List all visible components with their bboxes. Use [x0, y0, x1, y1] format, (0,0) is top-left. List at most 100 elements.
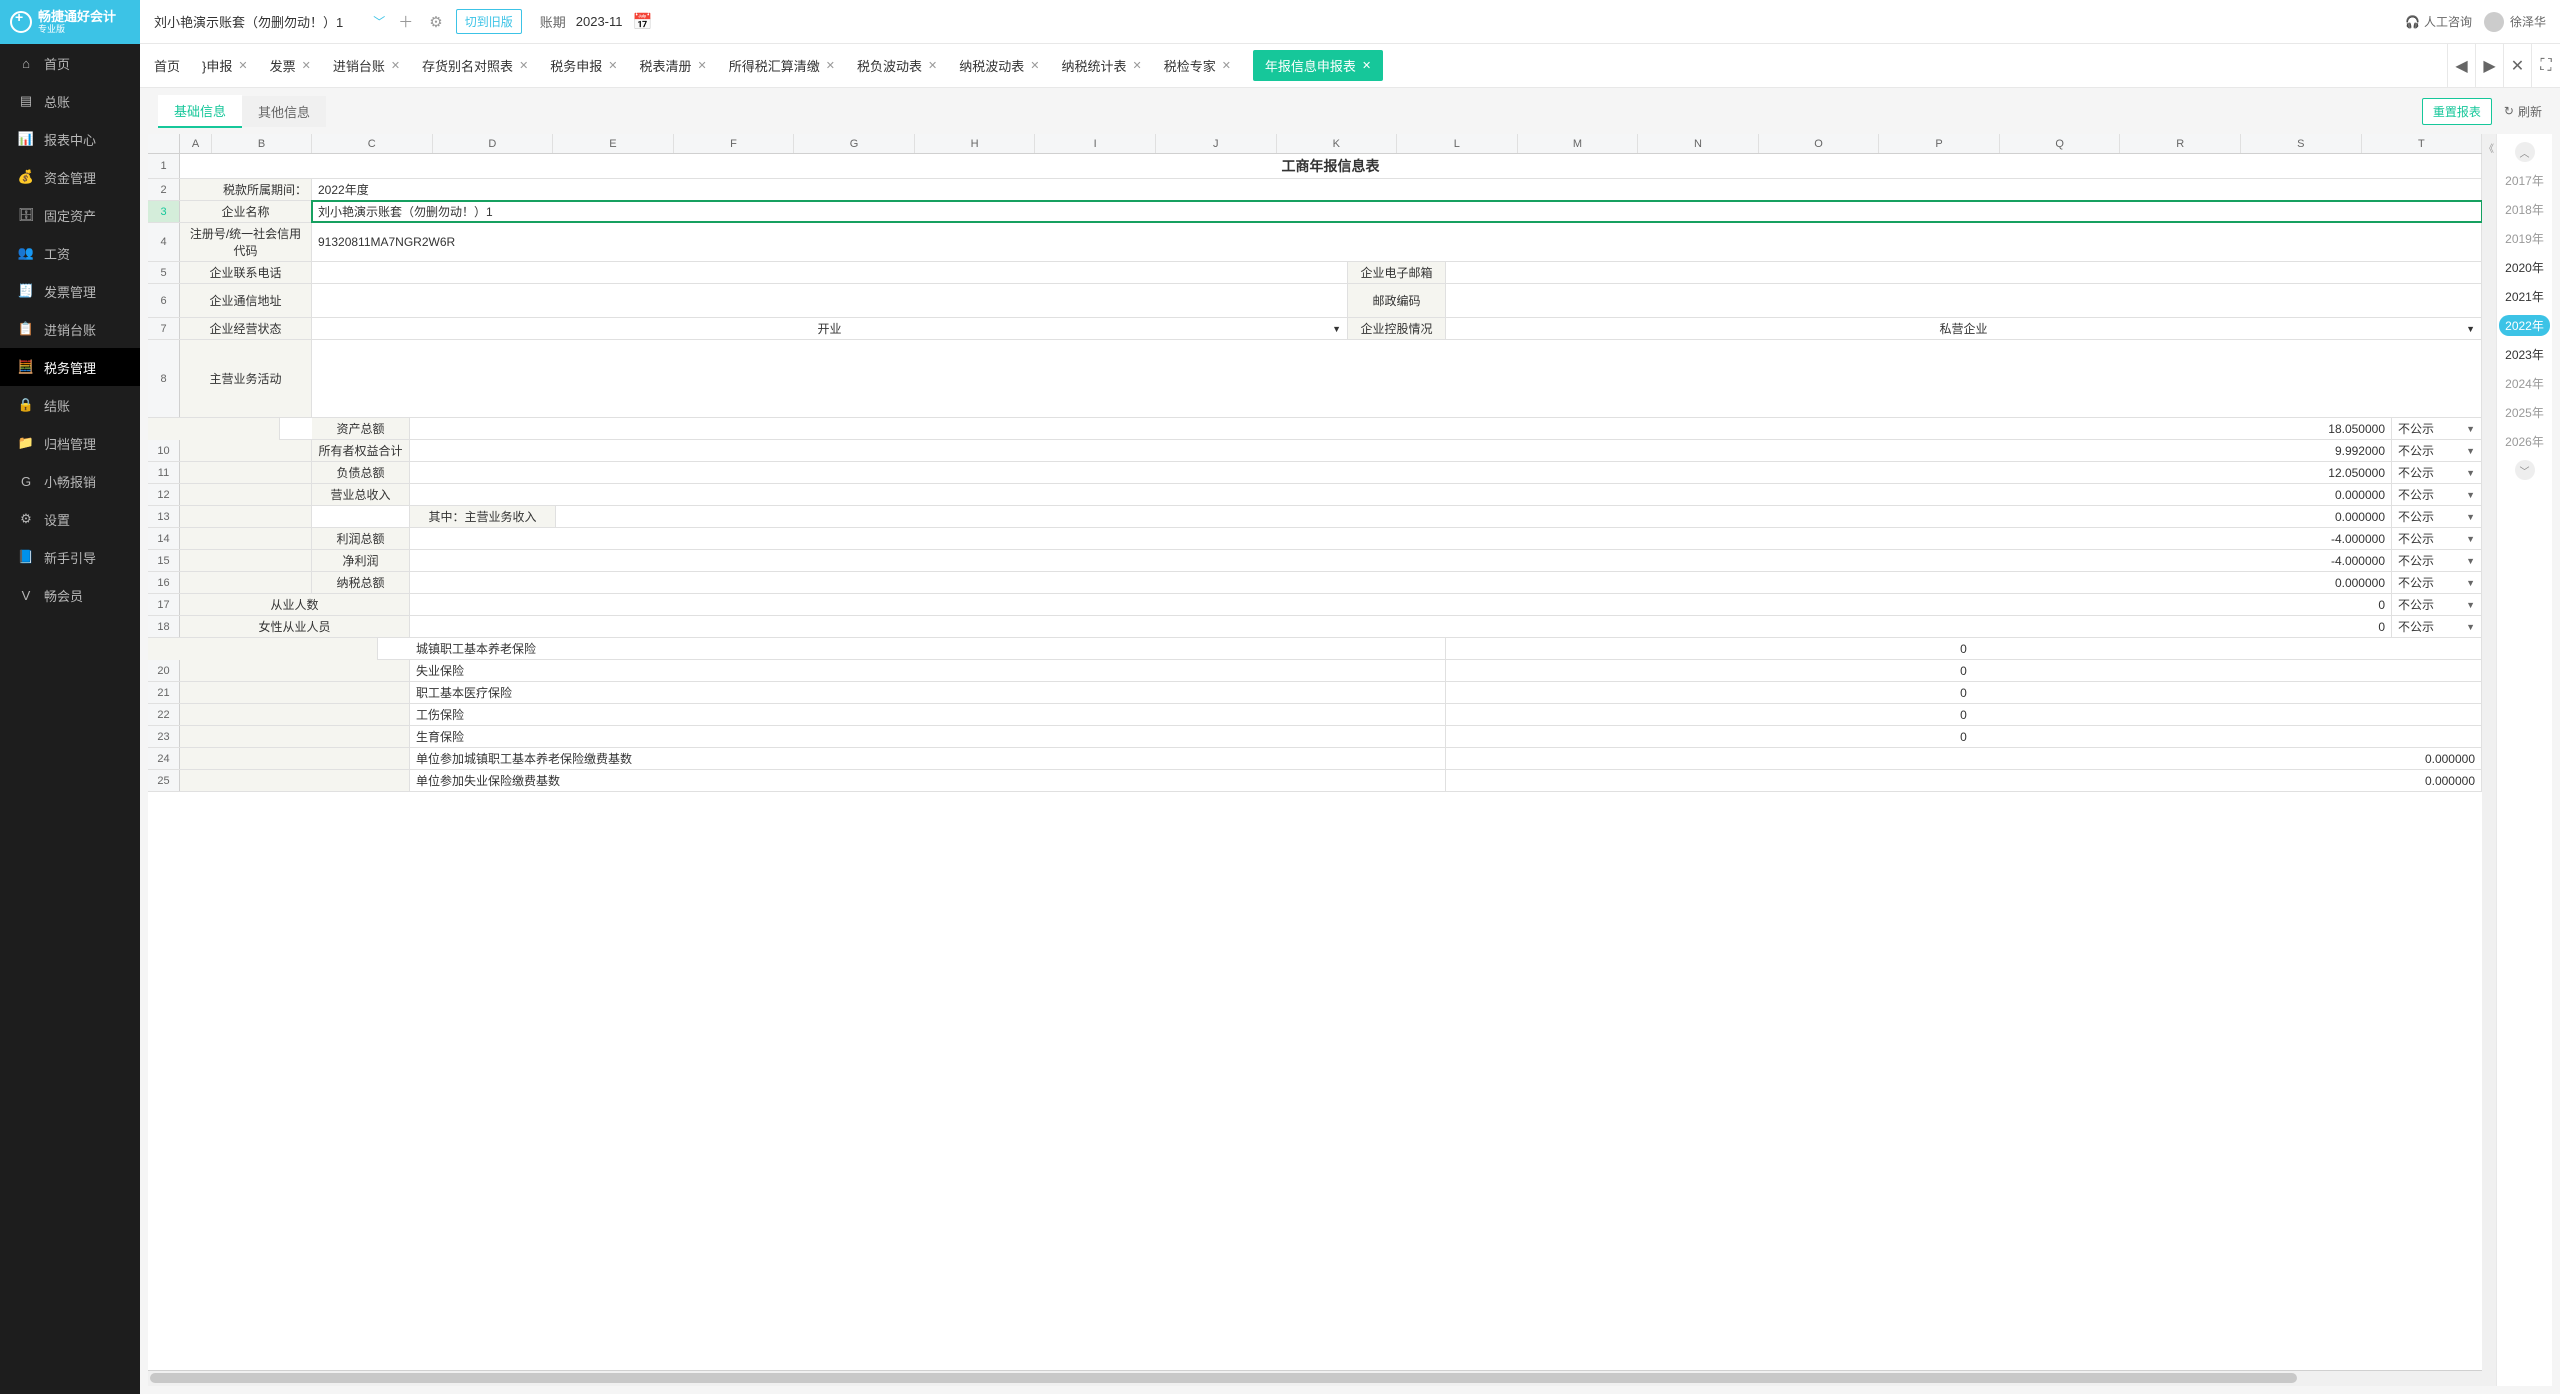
close-icon[interactable]: ✕	[1030, 59, 1039, 72]
close-icon[interactable]: ✕	[302, 59, 311, 72]
tab-item[interactable]: 进销台账✕	[333, 56, 400, 75]
close-icon[interactable]: ✕	[698, 59, 707, 72]
col-header[interactable]: R	[2120, 134, 2241, 153]
row-header[interactable]: 7	[148, 318, 180, 339]
row-header[interactable]: 8	[148, 340, 180, 417]
tab-item[interactable]: 年报信息申报表✕	[1253, 50, 1383, 81]
row-header[interactable]: 4	[148, 223, 180, 261]
nav-close-period[interactable]: 🔒结账	[0, 386, 140, 424]
year-option[interactable]: 2023年	[2499, 344, 2550, 365]
disclosure-dropdown[interactable]: 不公示	[2392, 572, 2482, 593]
tab-item[interactable]: 税负波动表✕	[857, 56, 937, 75]
nav-salary[interactable]: 👥工资	[0, 234, 140, 272]
consult-button[interactable]: 🎧 人工咨询	[2405, 13, 2472, 30]
disclosure-dropdown[interactable]: 不公示	[2392, 484, 2482, 505]
gear-icon[interactable]: ⚙	[426, 10, 445, 34]
tab-item[interactable]: 存货别名对照表✕	[422, 56, 528, 75]
col-header[interactable]: C	[312, 134, 433, 153]
period-value[interactable]: 2023-11	[576, 14, 623, 29]
tab-close-all-icon[interactable]: ✕	[2504, 44, 2532, 87]
cell[interactable]: 0.000000	[410, 484, 2392, 505]
cell[interactable]: 0	[1446, 638, 2482, 659]
close-icon[interactable]: ✕	[928, 59, 937, 72]
tab-prev-icon[interactable]: ◀	[2448, 44, 2476, 87]
disclosure-dropdown[interactable]: 不公示	[2392, 594, 2482, 615]
row-header[interactable]: 15	[148, 550, 180, 571]
col-header[interactable]: A	[180, 134, 212, 153]
year-option[interactable]: 2022年	[2499, 315, 2550, 336]
tab-item[interactable]: 首页	[154, 56, 180, 75]
row-header[interactable]: 3	[148, 201, 180, 222]
close-icon[interactable]: ✕	[519, 59, 528, 72]
cell[interactable]: 0.000000	[1446, 748, 2482, 769]
disclosure-dropdown[interactable]: 不公示	[2392, 528, 2482, 549]
row-header[interactable]: 25	[148, 770, 180, 791]
disclosure-dropdown[interactable]: 不公示	[2392, 462, 2482, 483]
col-header[interactable]: O	[1759, 134, 1880, 153]
col-header[interactable]: G	[794, 134, 915, 153]
old-version-button[interactable]: 切到旧版	[456, 9, 522, 34]
col-header[interactable]: D	[433, 134, 554, 153]
cell[interactable]: 0.000000	[556, 506, 2392, 527]
cell[interactable]: 0	[1446, 726, 2482, 747]
col-header[interactable]: K	[1277, 134, 1398, 153]
nav-settings[interactable]: ⚙设置	[0, 500, 140, 538]
tab-next-icon[interactable]: ▶	[2476, 44, 2504, 87]
disclosure-dropdown[interactable]: 不公示	[2392, 550, 2482, 571]
col-header[interactable]: I	[1035, 134, 1156, 153]
cell[interactable]: 0	[1446, 660, 2482, 681]
calendar-icon[interactable]: 📅	[633, 12, 653, 32]
row-header[interactable]: 13	[148, 506, 180, 527]
cell[interactable]: 18.050000	[410, 418, 2392, 439]
row-header[interactable]: 16	[148, 572, 180, 593]
cell[interactable]: 0.000000	[1446, 770, 2482, 791]
row-header[interactable]: 2	[148, 179, 180, 200]
row-header[interactable]: 12	[148, 484, 180, 505]
tab-item[interactable]: 税检专家✕	[1164, 56, 1231, 75]
col-header[interactable]: F	[674, 134, 795, 153]
row-header[interactable]: 10	[148, 440, 180, 461]
nav-asset[interactable]: 🗄固定资产	[0, 196, 140, 234]
nav-xc[interactable]: G小畅报销	[0, 462, 140, 500]
tab-item[interactable]: 纳税波动表✕	[959, 56, 1039, 75]
row-header[interactable]: 6	[148, 284, 180, 317]
col-header[interactable]: E	[553, 134, 674, 153]
tab-item[interactable]: 所得税汇算清缴✕	[729, 56, 835, 75]
close-icon[interactable]: ✕	[608, 59, 617, 72]
cell[interactable]: 12.050000	[410, 462, 2392, 483]
row-header[interactable]: 1	[148, 154, 180, 178]
cell[interactable]: 2022年度	[312, 179, 2482, 200]
close-icon[interactable]: ✕	[238, 59, 247, 72]
cell[interactable]: 0	[1446, 704, 2482, 725]
reset-report-button[interactable]: 重置报表	[2422, 98, 2492, 125]
chevron-down-icon[interactable]: ﹀	[373, 13, 385, 30]
year-down-icon[interactable]: ﹀	[2515, 460, 2535, 480]
row-header[interactable]: 17	[148, 594, 180, 615]
cell[interactable]	[1446, 262, 2482, 283]
nav-invoice[interactable]: 🧾发票管理	[0, 272, 140, 310]
year-option[interactable]: 2020年	[2499, 257, 2550, 278]
dropdown-cell[interactable]: 开业▼	[312, 318, 1348, 339]
close-icon[interactable]: ✕	[1222, 59, 1231, 72]
row-header[interactable]: 11	[148, 462, 180, 483]
user-menu[interactable]: 徐泽华	[2484, 12, 2546, 32]
cell-selected[interactable]: 刘小艳演示账套（勿删勿动！）1	[312, 201, 2482, 222]
tab-item[interactable]: }申报✕	[202, 56, 248, 75]
col-header[interactable]: J	[1156, 134, 1277, 153]
refresh-button[interactable]: ↻ 刷新	[2504, 103, 2542, 120]
account-selector[interactable]: 刘小艳演示账套（勿删勿动！）1	[154, 12, 343, 31]
nav-guide[interactable]: 📘新手引导	[0, 538, 140, 576]
fullscreen-icon[interactable]: ⛶	[2532, 44, 2560, 87]
year-option[interactable]: 2021年	[2499, 286, 2550, 307]
row-header[interactable]: 23	[148, 726, 180, 747]
horizontal-scrollbar[interactable]	[148, 1370, 2482, 1386]
cell[interactable]: 91320811MA7NGR2W6R	[312, 223, 2482, 261]
cell[interactable]	[312, 340, 2482, 417]
close-icon[interactable]: ✕	[826, 59, 835, 72]
dropdown-cell[interactable]: 私营企业▼	[1446, 318, 2482, 339]
disclosure-dropdown[interactable]: 不公示	[2392, 506, 2482, 527]
disclosure-dropdown[interactable]: 不公示	[2392, 440, 2482, 461]
cell[interactable]: 0	[410, 594, 2392, 615]
row-header[interactable]: 14	[148, 528, 180, 549]
select-all-corner[interactable]	[148, 134, 180, 153]
